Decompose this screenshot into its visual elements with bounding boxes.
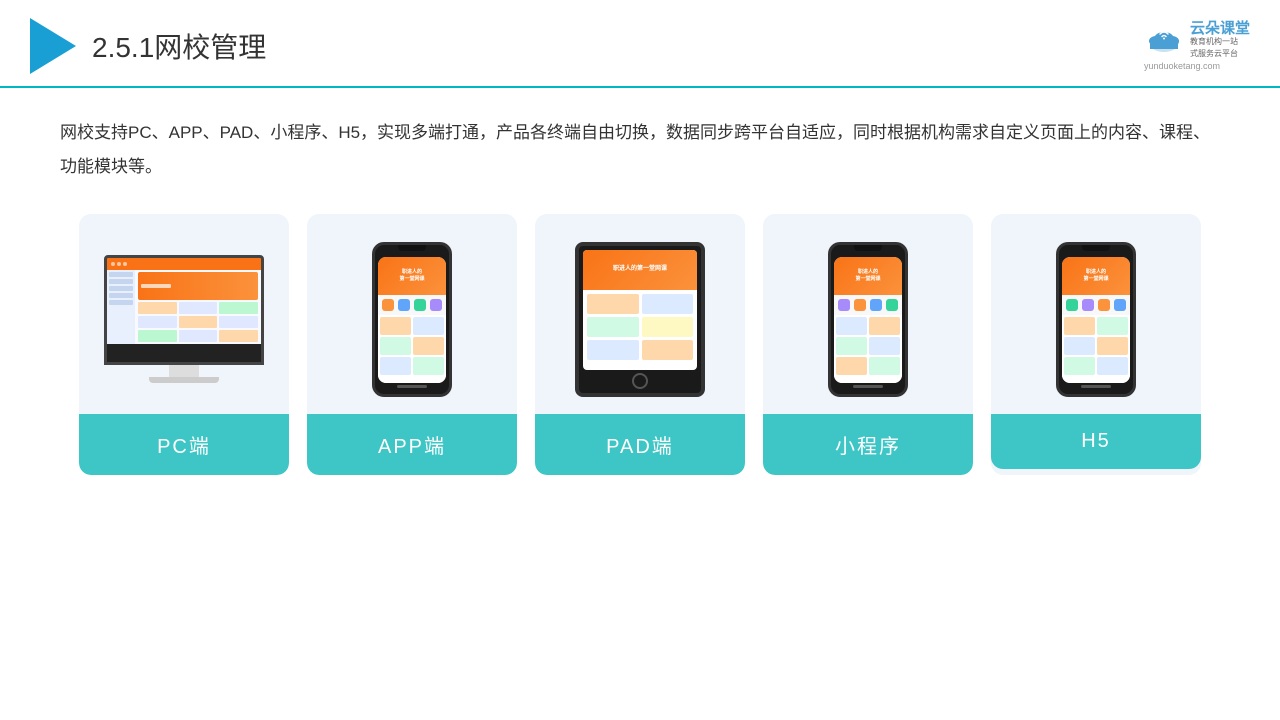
pad-screen: 职进人的第一堂网课 <box>583 250 697 370</box>
card-app-image: 职进人的第一堂网课 <box>307 214 517 414</box>
card-app: 职进人的第一堂网课 <box>307 214 517 475</box>
brand-url: yunduoketang.com <box>1144 61 1220 71</box>
card-pc-image <box>79 214 289 414</box>
cards-container: PC端 职进人的第一堂网课 <box>60 214 1220 475</box>
phone-notch-3 <box>1082 245 1110 251</box>
pc-monitor-icon <box>99 255 269 383</box>
description-text: 网校支持PC、APP、PAD、小程序、H5，实现多端打通，产品各终端自由切换，数… <box>60 116 1220 184</box>
cloud-icon <box>1144 26 1184 54</box>
card-h5: 职进人的第一堂网课 <box>991 214 1201 475</box>
card-h5-image: 职进人的第一堂网课 <box>991 214 1201 414</box>
card-pc-label: PC端 <box>79 414 289 475</box>
card-miniprogram-label: 小程序 <box>763 414 973 475</box>
header-left: 2.5.1网校管理 <box>30 18 266 74</box>
phone-app-icon: 职进人的第一堂网课 <box>372 242 452 397</box>
logo-triangle-icon <box>30 18 76 74</box>
phone-notch-2 <box>854 245 882 251</box>
brand-text: 云朵课堂 教育机构一站 式服务云平台 <box>1190 21 1250 58</box>
phone-screen-3: 职进人的第一堂网课 <box>1062 257 1130 383</box>
brand-top-row: 云朵课堂 教育机构一站 式服务云平台 <box>1144 21 1250 58</box>
phone-notch <box>398 245 426 251</box>
card-pad-image: 职进人的第一堂网课 <box>535 214 745 414</box>
card-miniprogram-image: 职进人的第一堂网课 <box>763 214 973 414</box>
phone-screen: 职进人的第一堂网课 <box>378 257 446 383</box>
card-h5-label: H5 <box>991 414 1201 469</box>
main-content: 网校支持PC、APP、PAD、小程序、H5，实现多端打通，产品各终端自由切换，数… <box>0 88 1280 495</box>
phone-h5-icon: 职进人的第一堂网课 <box>1056 242 1136 397</box>
phone-miniprogram-icon: 职进人的第一堂网课 <box>828 242 908 397</box>
card-pad: 职进人的第一堂网课 PAD端 <box>535 214 745 475</box>
card-app-label: APP端 <box>307 414 517 475</box>
brand-logo: 云朵课堂 教育机构一站 式服务云平台 yunduoketang.com <box>1144 21 1250 70</box>
page-header: 2.5.1网校管理 云朵课堂 教育机构一站 <box>0 0 1280 88</box>
card-pad-label: PAD端 <box>535 414 745 475</box>
pad-icon: 职进人的第一堂网课 <box>575 242 705 397</box>
page-title: 2.5.1网校管理 <box>92 26 266 66</box>
phone-screen-2: 职进人的第一堂网课 <box>834 257 902 383</box>
monitor-screen <box>104 255 264 365</box>
card-pc: PC端 <box>79 214 289 475</box>
card-miniprogram: 职进人的第一堂网课 <box>763 214 973 475</box>
